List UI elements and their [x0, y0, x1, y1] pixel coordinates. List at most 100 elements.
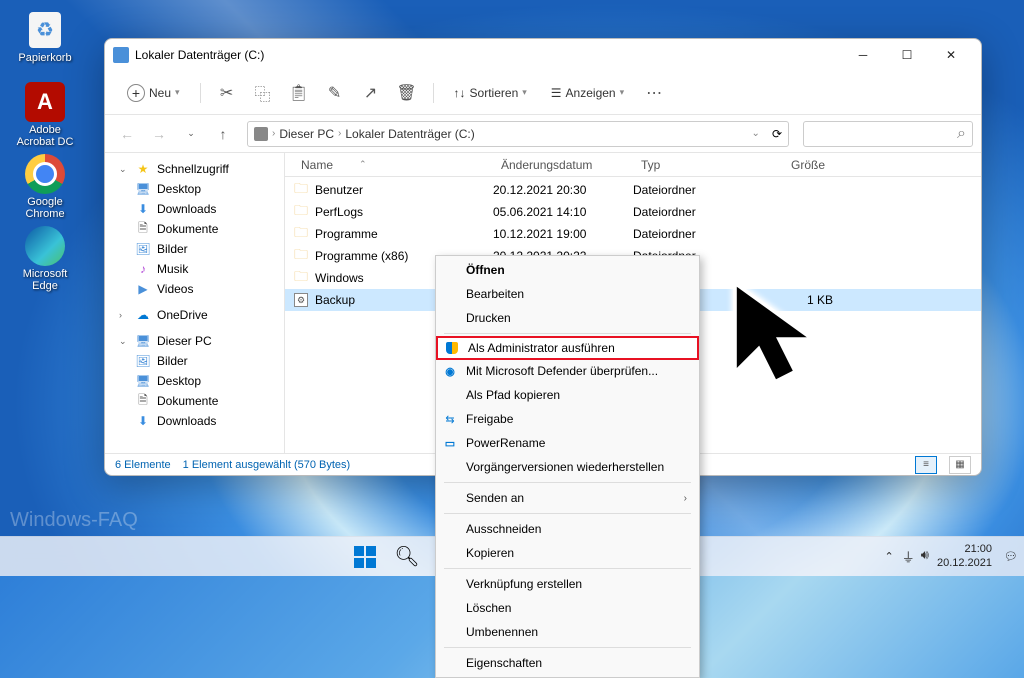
clock[interactable]: 21:00 20.12.2021 [937, 543, 992, 569]
sidebar-item-documents[interactable]: 🗎Dokumente [109, 219, 280, 239]
context-item[interactable]: Bearbeiten [436, 282, 699, 306]
file-type: Dateiordner [633, 227, 753, 241]
context-item[interactable]: Ausschneiden [436, 517, 699, 541]
sidebar-item-videos[interactable]: ▶Videos [109, 279, 280, 299]
recent-button[interactable]: ⌄ [177, 120, 205, 148]
notifications-icon[interactable]: 💬︎ [1004, 550, 1018, 563]
context-item[interactable]: ⇆Freigabe [436, 407, 699, 431]
desktop-icon-acrobat[interactable]: A Adobe Acrobat DC [8, 80, 82, 148]
sort-button[interactable]: ↑↓ Sortieren ▾ [444, 80, 537, 106]
downloads-icon: ⬇ [135, 201, 151, 217]
col-size[interactable]: Größe [753, 158, 833, 172]
forward-button[interactable]: → [145, 120, 173, 148]
batch-file-icon: ⚙ [293, 292, 309, 308]
sidebar-item-music[interactable]: ♪Musik [109, 259, 280, 279]
context-item[interactable]: Löschen [436, 596, 699, 620]
sidebar-item-pictures[interactable]: 🖼︎Bilder [109, 239, 280, 259]
context-item[interactable]: ◉Mit Microsoft Defender überprüfen... [436, 359, 699, 383]
status-selection: 1 Element ausgewählt (570 Bytes) [183, 459, 351, 471]
icons-view-button[interactable]: ▦ [949, 456, 971, 474]
sidebar-quickaccess[interactable]: ⌄★Schnellzugriff [109, 159, 280, 179]
tray-chevron-icon[interactable]: ⌃ [885, 550, 894, 563]
sidebar-pc-documents[interactable]: 🗎Dokumente [109, 391, 280, 411]
file-size: 1 KB [753, 293, 833, 307]
drive-icon [113, 47, 129, 63]
context-item-label: Verknüpfung erstellen [466, 577, 582, 591]
music-icon: ♪ [135, 261, 151, 277]
desktop-icon: 🖥︎ [135, 373, 151, 389]
maximize-button[interactable]: ☐ [885, 41, 929, 69]
desktop-icon-edge[interactable]: Microsoft Edge [8, 224, 82, 292]
powerrename-icon: ▭ [442, 435, 458, 451]
column-headers: Name⌃ Änderungsdatum Typ Größe [285, 153, 981, 177]
view-button[interactable]: ☰ Anzeigen ▾ [541, 80, 634, 106]
search-input[interactable]: ⌕ [803, 121, 973, 147]
context-separator [444, 482, 691, 483]
col-date[interactable]: Änderungsdatum [493, 158, 633, 172]
file-date: 10.12.2021 19:00 [493, 227, 633, 241]
address-bar[interactable]: › Dieser PC › Lokaler Datenträger (C:) ⌄… [247, 121, 789, 147]
sidebar-item-desktop[interactable]: 🖥︎Desktop [109, 179, 280, 199]
sidebar-onedrive[interactable]: ›☁OneDrive [109, 305, 280, 325]
desktop-icon-recyclebin[interactable]: Papierkorb [8, 8, 82, 76]
context-item[interactable]: Als Pfad kopieren [436, 383, 699, 407]
up-button[interactable]: ↑ [209, 120, 237, 148]
col-type[interactable]: Typ [633, 158, 753, 172]
copy-icon[interactable]: ⿻ [247, 77, 279, 109]
titlebar[interactable]: Lokaler Datenträger (C:) ─ ☐ ✕ [105, 39, 981, 71]
sidebar-thispc[interactable]: ⌄🖥︎Dieser PC [109, 331, 280, 351]
address-dropdown-icon[interactable]: ⌄ [752, 128, 760, 139]
context-item[interactable]: Öffnen [436, 258, 699, 282]
context-separator [444, 333, 691, 334]
file-row[interactable]: 🗀 Programme 10.12.2021 19:00Dateiordner [285, 223, 981, 245]
refresh-icon[interactable]: ⟳ [772, 127, 782, 141]
context-item[interactable]: Drucken [436, 306, 699, 330]
file-type: Dateiordner [633, 183, 753, 197]
context-item[interactable]: Kopieren [436, 541, 699, 565]
command-bar: +Neu▾ ✂ ⿻ 📋︎ ✎ ↗ 🗑︎ ↑↓ Sortieren ▾ ☰ Anz… [105, 71, 981, 115]
context-item-label: Eigenschaften [466, 656, 542, 670]
videos-icon: ▶ [135, 281, 151, 297]
context-item-label: Mit Microsoft Defender überprüfen... [466, 364, 658, 378]
context-item[interactable]: Als Administrator ausführen [436, 336, 699, 360]
context-item[interactable]: Senden an› [436, 486, 699, 510]
system-tray[interactable]: ⏚ 🔊︎ [902, 547, 929, 566]
sidebar-pc-desktop[interactable]: 🖥︎Desktop [109, 371, 280, 391]
start-button[interactable] [346, 538, 384, 576]
context-item[interactable]: Umbenennen [436, 620, 699, 644]
file-row[interactable]: 🗀Benutzer20.12.2021 20:30Dateiordner [285, 179, 981, 201]
folder-icon: 🗀 [293, 226, 309, 242]
back-button[interactable]: ← [113, 120, 141, 148]
sidebar-pc-pictures[interactable]: 🖼︎Bilder [109, 351, 280, 371]
share-icon[interactable]: ↗ [355, 77, 387, 109]
cut-icon[interactable]: ✂ [211, 77, 243, 109]
file-date: 20.12.2021 20:30 [493, 183, 633, 197]
context-item[interactable]: Vorgängerversionen wiederherstellen [436, 455, 699, 479]
file-name: Programme [315, 227, 378, 241]
documents-icon: 🗎 [135, 221, 151, 237]
rename-icon[interactable]: ✎ [319, 77, 351, 109]
more-icon[interactable]: ⋯ [638, 77, 670, 109]
sidebar-item-downloads[interactable]: ⬇Downloads [109, 199, 280, 219]
file-date: 05.06.2021 14:10 [493, 205, 633, 219]
paste-icon[interactable]: 📋︎ [283, 77, 315, 109]
close-button[interactable]: ✕ [929, 41, 973, 69]
context-menu: Öffnen BearbeitenDrucken Als Administrator… [435, 255, 700, 678]
context-item[interactable]: ▭PowerRename [436, 431, 699, 455]
desktop-icon-chrome[interactable]: Google Chrome [8, 152, 82, 220]
context-item-label: Vorgängerversionen wiederherstellen [466, 460, 664, 474]
col-name[interactable]: Name⌃ [293, 158, 493, 172]
context-item[interactable]: Eigenschaften [436, 651, 699, 675]
sidebar-pc-downloads[interactable]: ⬇Downloads [109, 411, 280, 431]
taskbar-search-button[interactable]: 🔍︎ [388, 538, 426, 576]
context-item-label: Kopieren [466, 546, 514, 560]
delete-icon[interactable]: 🗑︎ [391, 77, 423, 109]
edge-icon [25, 226, 65, 266]
context-item-label: Öffnen [466, 263, 505, 277]
new-button[interactable]: +Neu▾ [117, 78, 190, 108]
file-row[interactable]: 🗀PerfLogs05.06.2021 14:10Dateiordner [285, 201, 981, 223]
context-item-label: Als Pfad kopieren [466, 388, 560, 402]
minimize-button[interactable]: ─ [841, 41, 885, 69]
star-icon: ★ [135, 161, 151, 177]
details-view-button[interactable]: ≡ [915, 456, 937, 474]
